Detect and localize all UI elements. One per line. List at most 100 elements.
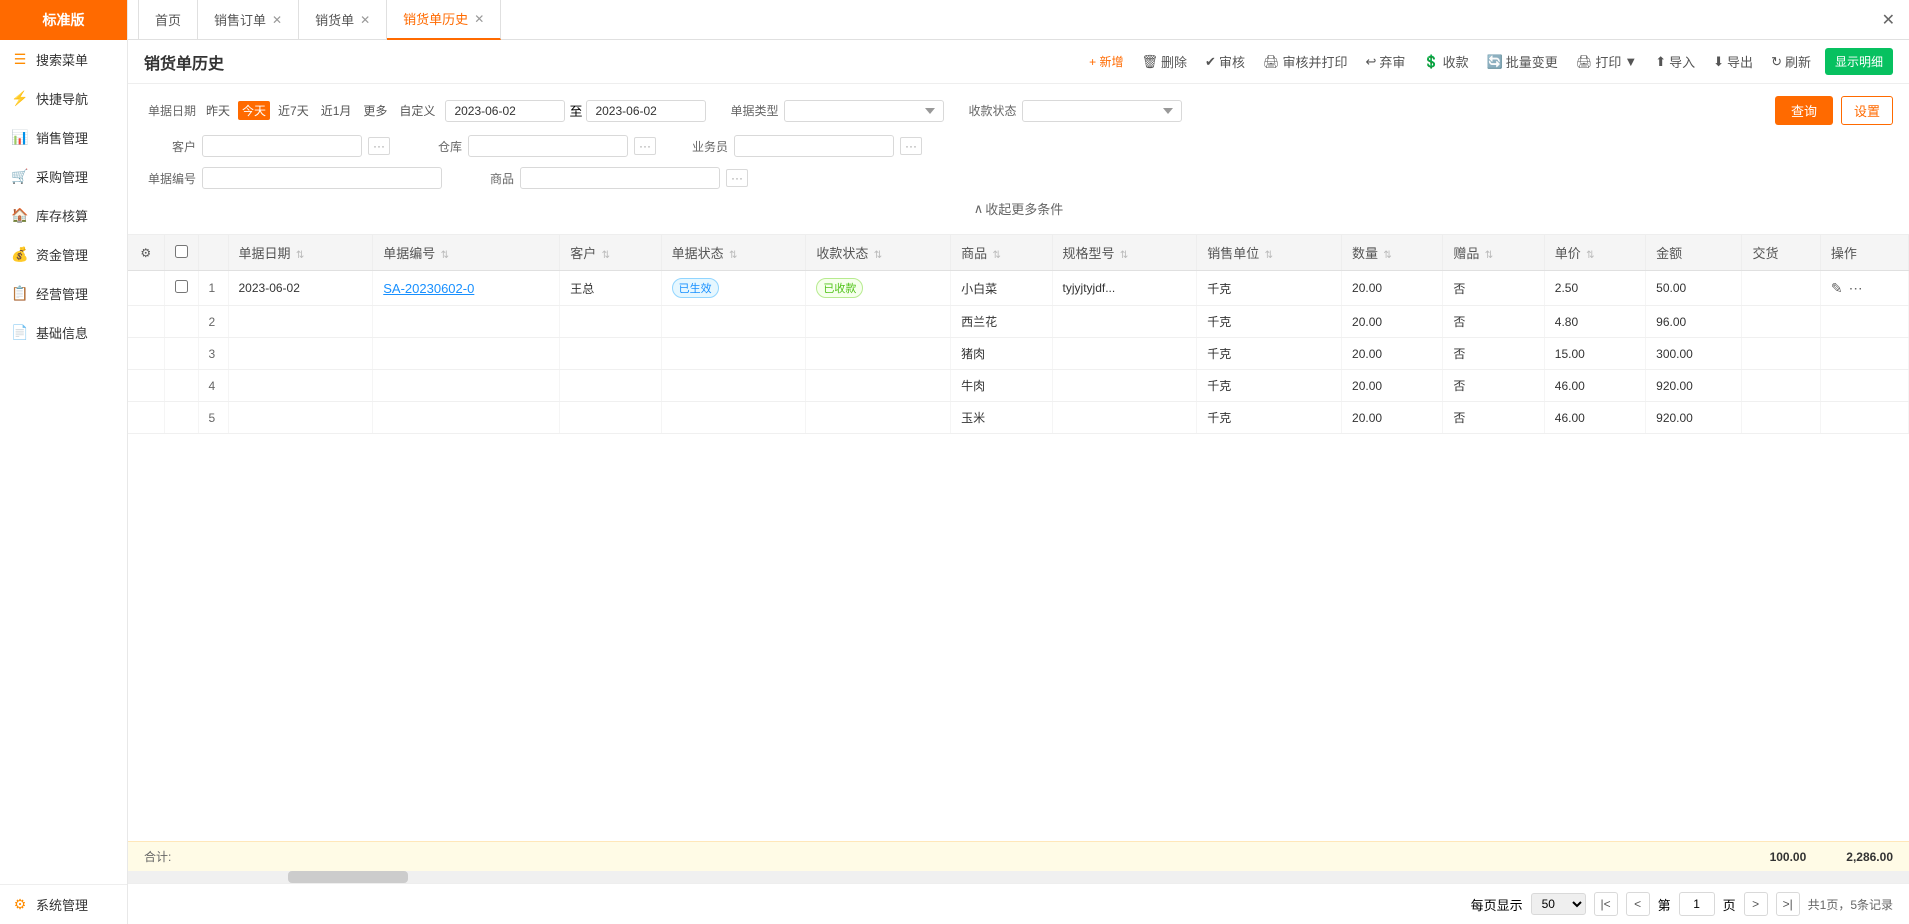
col-goods-label: 商品 xyxy=(961,246,987,261)
pagination-area: 每页显示 50 100 |< < 第 页 > >| 共1页，5条记录 xyxy=(128,883,1909,924)
next-page-button[interactable]: > xyxy=(1744,892,1768,916)
col-gear[interactable]: ⚙ xyxy=(128,235,164,271)
query-button[interactable]: 查询 xyxy=(1775,96,1833,125)
tab-sales-goods[interactable]: 销货单 ✕ xyxy=(299,0,387,40)
collapse-button[interactable]: ∧ 收起更多条件 xyxy=(974,199,1064,218)
row-price: 46.00 xyxy=(1544,370,1645,402)
import-button[interactable]: ⬆ 导入 xyxy=(1651,50,1699,73)
first-page-button[interactable]: |< xyxy=(1594,892,1618,916)
sidebar-item-search-menu[interactable]: ☰ 搜索菜单 xyxy=(0,40,127,79)
shortcut-7days[interactable]: 近7天 xyxy=(274,101,313,120)
export-button[interactable]: ⬇ 导出 xyxy=(1709,50,1757,73)
sidebar-item-purchase-mgmt[interactable]: 🛒 采购管理 xyxy=(0,157,127,196)
sidebar-item-label: 资金管理 xyxy=(36,245,88,264)
col-doc-status[interactable]: 单据状态 ⇅ xyxy=(661,235,806,271)
sidebar-item-basic-info[interactable]: 📄 基础信息 xyxy=(0,313,127,352)
footer-values: 100.00 2,286.00 xyxy=(204,850,1893,864)
shortcut-more[interactable]: 更多 xyxy=(359,101,391,120)
batch-change-button[interactable]: 🔄 批量变更 xyxy=(1483,50,1562,73)
edit-icon[interactable]: ✎ xyxy=(1831,280,1843,297)
setting-button[interactable]: 设置 xyxy=(1841,96,1893,125)
shortcut-1month[interactable]: 近1月 xyxy=(317,101,356,120)
shortcut-today[interactable]: 今天 xyxy=(238,101,270,120)
abandon-button[interactable]: ↩ 弃审 xyxy=(1361,50,1409,73)
sidebar-item-quick-nav[interactable]: ⚡ 快捷导航 xyxy=(0,79,127,118)
goods-picker-button[interactable]: ··· xyxy=(726,169,748,187)
new-button[interactable]: + 新增 xyxy=(1085,51,1127,72)
sidebar-item-sys-mgmt[interactable]: ⚙ 系统管理 xyxy=(0,885,127,924)
customer-input[interactable] xyxy=(202,135,362,157)
table-row: 3 猪肉 千克 20.00 否 15.00 300.00 xyxy=(128,338,1909,370)
page-number-input[interactable] xyxy=(1679,892,1715,916)
col-gift[interactable]: 赠品 ⇅ xyxy=(1443,235,1544,271)
scrollbar-thumb[interactable] xyxy=(288,871,408,883)
col-doc-no[interactable]: 单据编号 ⇅ xyxy=(373,235,560,271)
col-price[interactable]: 单价 ⇅ xyxy=(1544,235,1645,271)
row-checkbox-cell xyxy=(164,306,198,338)
col-unit[interactable]: 销售单位 ⇅ xyxy=(1197,235,1342,271)
print-button[interactable]: 🖨 打印 ▼ xyxy=(1572,50,1641,73)
tab-sales-history-close[interactable]: ✕ xyxy=(474,12,484,26)
row-unit: 千克 xyxy=(1197,370,1342,402)
warehouse-input[interactable] xyxy=(468,135,628,157)
receipt-status-label: 收款状态 xyxy=(964,102,1016,119)
more-icon[interactable]: ⋯ xyxy=(1849,280,1863,297)
doc-no-link[interactable]: SA-20230602-0 xyxy=(383,281,474,296)
sidebar-item-biz-mgmt[interactable]: 📋 经营管理 xyxy=(0,274,127,313)
sidebar-item-sales-mgmt[interactable]: 📊 销售管理 xyxy=(0,118,127,157)
audit-print-button[interactable]: 🖨 审核并打印 xyxy=(1259,50,1352,73)
tab-sales-order-close[interactable]: ✕ xyxy=(272,13,282,27)
shortcut-custom[interactable]: 自定义 xyxy=(395,101,439,120)
employee-picker-button[interactable]: ··· xyxy=(900,137,922,155)
sidebar-item-stock-calc[interactable]: 🏠 库存核算 xyxy=(0,196,127,235)
refresh-button[interactable]: ↻ 刷新 xyxy=(1767,50,1815,73)
sidebar-item-label: 经营管理 xyxy=(36,284,88,303)
receipt-status-select[interactable] xyxy=(1022,100,1182,122)
customer-picker-button[interactable]: ··· xyxy=(368,137,390,155)
goods-input[interactable] xyxy=(520,167,720,189)
goods-label: 商品 xyxy=(462,170,514,187)
row-gear xyxy=(128,370,164,402)
prev-page-button[interactable]: < xyxy=(1626,892,1650,916)
tab-sales-history[interactable]: 销货单历史 ✕ xyxy=(387,0,501,40)
row-receipt-status xyxy=(806,402,951,434)
col-amount: 金额 xyxy=(1646,235,1742,271)
doc-type-select[interactable] xyxy=(784,100,944,122)
table-row: 4 牛肉 千克 20.00 否 46.00 920.00 xyxy=(128,370,1909,402)
select-all-checkbox[interactable] xyxy=(175,245,188,258)
row-checkbox[interactable] xyxy=(175,280,188,293)
collect-button[interactable]: 💲 收款 xyxy=(1419,50,1472,73)
tab-sales-order[interactable]: 销售订单 ✕ xyxy=(198,0,299,40)
delete-button[interactable]: 🗑 删除 xyxy=(1138,50,1192,73)
horizontal-scrollbar[interactable] xyxy=(128,871,1909,883)
sidebar-item-fund-mgmt[interactable]: 💰 资金管理 xyxy=(0,235,127,274)
col-spec[interactable]: 规格型号 ⇅ xyxy=(1052,235,1197,271)
col-doc-date[interactable]: 单据日期 ⇅ xyxy=(228,235,373,271)
page-word-before: 第 xyxy=(1658,895,1671,914)
tab-home[interactable]: 首页 xyxy=(138,0,198,40)
display-detail-button[interactable]: 显示明细 xyxy=(1825,48,1893,75)
collapse-label: 收起更多条件 xyxy=(985,199,1063,218)
last-page-button[interactable]: >| xyxy=(1776,892,1800,916)
date-from-input[interactable] xyxy=(445,100,565,122)
filter-row-1: 单据日期 昨天 今天 近7天 近1月 更多 自定义 至 xyxy=(144,96,1893,125)
tab-bar-end: ✕ xyxy=(1878,6,1899,34)
row-unit: 千克 xyxy=(1197,306,1342,338)
page-size-select[interactable]: 50 100 xyxy=(1531,893,1586,915)
row-doc-status: 已生效 xyxy=(661,271,806,306)
shortcut-yesterday[interactable]: 昨天 xyxy=(202,101,234,120)
col-qty[interactable]: 数量 ⇅ xyxy=(1342,235,1443,271)
sidebar-item-label: 采购管理 xyxy=(36,167,88,186)
col-goods[interactable]: 商品 ⇅ xyxy=(951,235,1052,271)
col-receipt-status[interactable]: 收款状态 ⇅ xyxy=(806,235,951,271)
tab-bar-close-all-icon[interactable]: ✕ xyxy=(1878,6,1899,34)
row-spec xyxy=(1052,306,1197,338)
warehouse-picker-button[interactable]: ··· xyxy=(634,137,656,155)
col-customer[interactable]: 客户 ⇅ xyxy=(560,235,661,271)
audit-button[interactable]: ✔ 审核 xyxy=(1201,50,1249,73)
employee-input[interactable] xyxy=(734,135,894,157)
tab-sales-goods-close[interactable]: ✕ xyxy=(360,13,370,27)
date-to-input[interactable] xyxy=(586,100,706,122)
row-trade xyxy=(1742,370,1820,402)
doc-no-input[interactable] xyxy=(202,167,442,189)
